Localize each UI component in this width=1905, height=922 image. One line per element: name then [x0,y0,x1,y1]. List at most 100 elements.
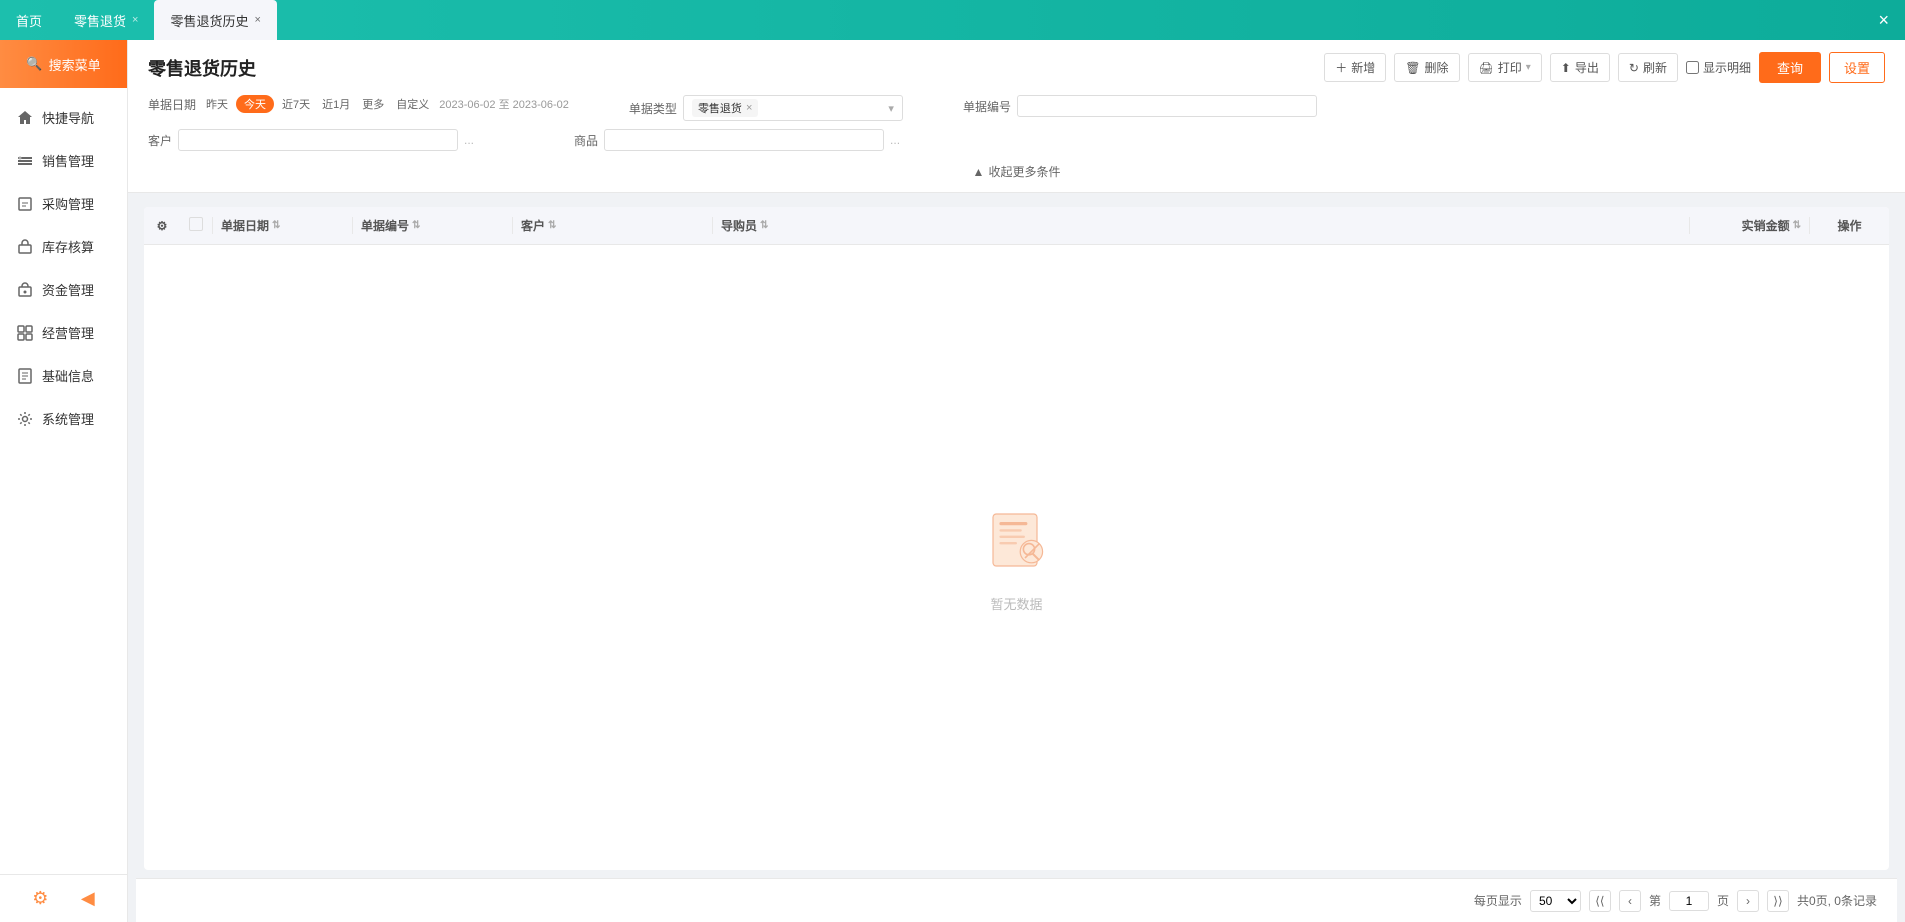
empty-text: 暂无数据 [990,594,1042,613]
setting-button[interactable]: 设置 [1829,52,1885,83]
th-customer-sort: ⇅ [548,220,556,231]
print-chevron: ▾ [1526,62,1531,73]
last-page-button[interactable]: ⟩⟩ [1767,890,1789,912]
th-amount-sort: ⇅ [1793,220,1801,231]
sidebar-item-basic-info[interactable]: 基础信息 [0,354,127,397]
sidebar-item-sales-mgmt[interactable]: 销售管理 [0,139,127,182]
collapse-sidebar-icon[interactable]: ◀ [81,888,95,909]
sidebar-item-purchase-mgmt[interactable]: 采购管理 [0,182,127,225]
refresh-button[interactable]: ↻ 刷新 [1618,53,1678,82]
delete-label: 删除 [1425,59,1449,76]
sidebar-item-sales-mgmt-label: 销售管理 [42,151,94,170]
date-buttons-group: 昨天 今天 近7天 近1月 更多 自定义 [202,95,433,113]
page-size-select[interactable]: 50 10 20 100 [1530,890,1581,912]
main-content: 零售退货历史 ＋ 新增 🗑 删除 🖨 打印 ▾ [128,40,1905,922]
type-tag: 零售退货 × [692,99,758,117]
th-guide[interactable]: 导购员 ⇅ [712,217,1689,234]
sidebar-item-quick-nav[interactable]: 快捷导航 [0,96,127,139]
finance-icon [16,281,34,299]
export-label: 导出 [1575,59,1599,76]
sidebar-item-system-mgmt-label: 系统管理 [42,409,94,428]
show-detail-checkbox-label[interactable]: 显示明细 [1686,59,1751,76]
th-amount-label: 实销金额 [1742,217,1790,234]
th-action-label: 操作 [1837,217,1861,234]
customer-filter: 客户 ... [148,129,474,151]
ops-icon [16,324,34,342]
page-size-label: 每页显示 [1474,892,1522,909]
delete-button[interactable]: 🗑 删除 [1394,53,1459,82]
customer-filter-label: 客户 [148,132,172,149]
table-settings-icon[interactable]: ⚙ [157,219,168,233]
th-settings[interactable]: ⚙ [144,219,180,233]
search-menu-button[interactable]: 🔍 搜索菜单 [0,40,127,88]
type-filter: 单据类型 零售退货 × ▾ [629,95,903,121]
refresh-label: 刷新 [1643,59,1667,76]
page-unit-label: 页 [1717,892,1729,909]
sidebar-item-finance-mgmt-label: 资金管理 [42,280,94,299]
settings-bottom-icon[interactable]: ⚙ [32,888,48,909]
date-range-display: 2023-06-02 至 2023-06-02 [439,96,569,112]
query-button[interactable]: 查询 [1759,52,1821,83]
tab-retail-return-history[interactable]: 零售退货历史 × [154,0,276,40]
tab-retail-return-close[interactable]: × [132,14,138,26]
sidebar-item-inventory[interactable]: 库存核算 [0,225,127,268]
next-page-button[interactable]: › [1737,890,1759,912]
th-amount[interactable]: 实销金额 ⇅ [1689,217,1809,234]
export-button[interactable]: ⬆ 导出 [1550,53,1610,82]
collapse-label: 收起更多条件 [988,163,1060,180]
first-page-button[interactable]: ⟨⟨ [1589,890,1611,912]
th-number-label: 单据编号 [361,217,409,234]
date-btn-custom[interactable]: 自定义 [392,95,433,113]
th-checkbox[interactable] [180,217,212,234]
sidebar-item-system-mgmt[interactable]: 系统管理 [0,397,127,440]
sidebar-item-ops-mgmt[interactable]: 经营管理 [0,311,127,354]
th-date[interactable]: 单据日期 ⇅ [212,217,352,234]
top-bar: 首页 零售退货 × 零售退货历史 × × [0,0,1905,40]
number-input[interactable] [1017,95,1317,117]
date-btn-1month[interactable]: 近1月 [318,95,354,113]
type-select[interactable]: 零售退货 × ▾ [683,95,903,121]
toolbar: ＋ 新增 🗑 删除 🖨 打印 ▾ ⬆ 导出 [1324,52,1885,83]
page-title-row: 零售退货历史 ＋ 新增 🗑 删除 🖨 打印 ▾ [148,52,1885,83]
filter-row-1: 单据日期 昨天 今天 近7天 近1月 更多 自定义 2023-06-02 至 2… [148,95,1885,121]
goods-dots[interactable]: ... [890,133,900,147]
show-detail-checkbox[interactable] [1686,61,1699,74]
show-detail-text: 显示明细 [1703,59,1751,76]
pagination: 每页显示 50 10 20 100 ⟨⟨ ‹ 第 页 › ⟩⟩ 共0页, 0条记… [136,878,1897,922]
tab-retail-return-history-label: 零售退货历史 [170,11,248,30]
th-number[interactable]: 单据编号 ⇅ [352,217,512,234]
goods-filter: 商品 ... [574,129,900,151]
date-btn-more[interactable]: 更多 [358,95,388,113]
th-customer[interactable]: 客户 ⇅ [512,217,712,234]
collapse-button[interactable]: ▲ 收起更多条件 [973,159,1061,184]
date-btn-7days[interactable]: 近7天 [278,95,314,113]
sidebar-item-finance-mgmt[interactable]: 资金管理 [0,268,127,311]
date-btn-today[interactable]: 今天 [236,95,274,113]
inventory-icon [16,238,34,256]
window-close-button[interactable]: × [1862,0,1905,40]
goods-input[interactable] [604,129,884,151]
select-all-checkbox[interactable] [189,217,203,231]
print-label: 打印 [1498,59,1522,76]
type-tag-remove[interactable]: × [746,102,752,114]
tab-home[interactable]: 首页 [0,0,58,40]
print-button[interactable]: 🖨 打印 ▾ [1468,53,1542,82]
new-label: 新增 [1351,59,1375,76]
date-filter: 单据日期 昨天 今天 近7天 近1月 更多 自定义 2023-06-02 至 2… [148,95,569,113]
page-input[interactable] [1669,891,1709,911]
basic-info-icon [16,367,34,385]
customer-input[interactable] [178,129,458,151]
search-menu-label: 搜索菜单 [49,55,101,74]
prev-page-button[interactable]: ‹ [1619,890,1641,912]
customer-dots[interactable]: ... [464,133,474,147]
table-container: ⚙ 单据日期 ⇅ 单据编号 ⇅ 客户 ⇅ [128,193,1905,922]
tab-retail-return[interactable]: 零售退货 × [58,0,154,40]
tab-retail-return-history-close[interactable]: × [254,14,260,26]
number-filter: 单据编号 [963,95,1317,117]
sidebar-item-quick-nav-label: 快捷导航 [42,108,94,127]
date-btn-yesterday[interactable]: 昨天 [202,95,232,113]
tab-home-label: 首页 [16,11,42,30]
page-title: 零售退货历史 [148,55,256,81]
new-button[interactable]: ＋ 新增 [1324,53,1386,82]
th-customer-label: 客户 [521,217,545,234]
